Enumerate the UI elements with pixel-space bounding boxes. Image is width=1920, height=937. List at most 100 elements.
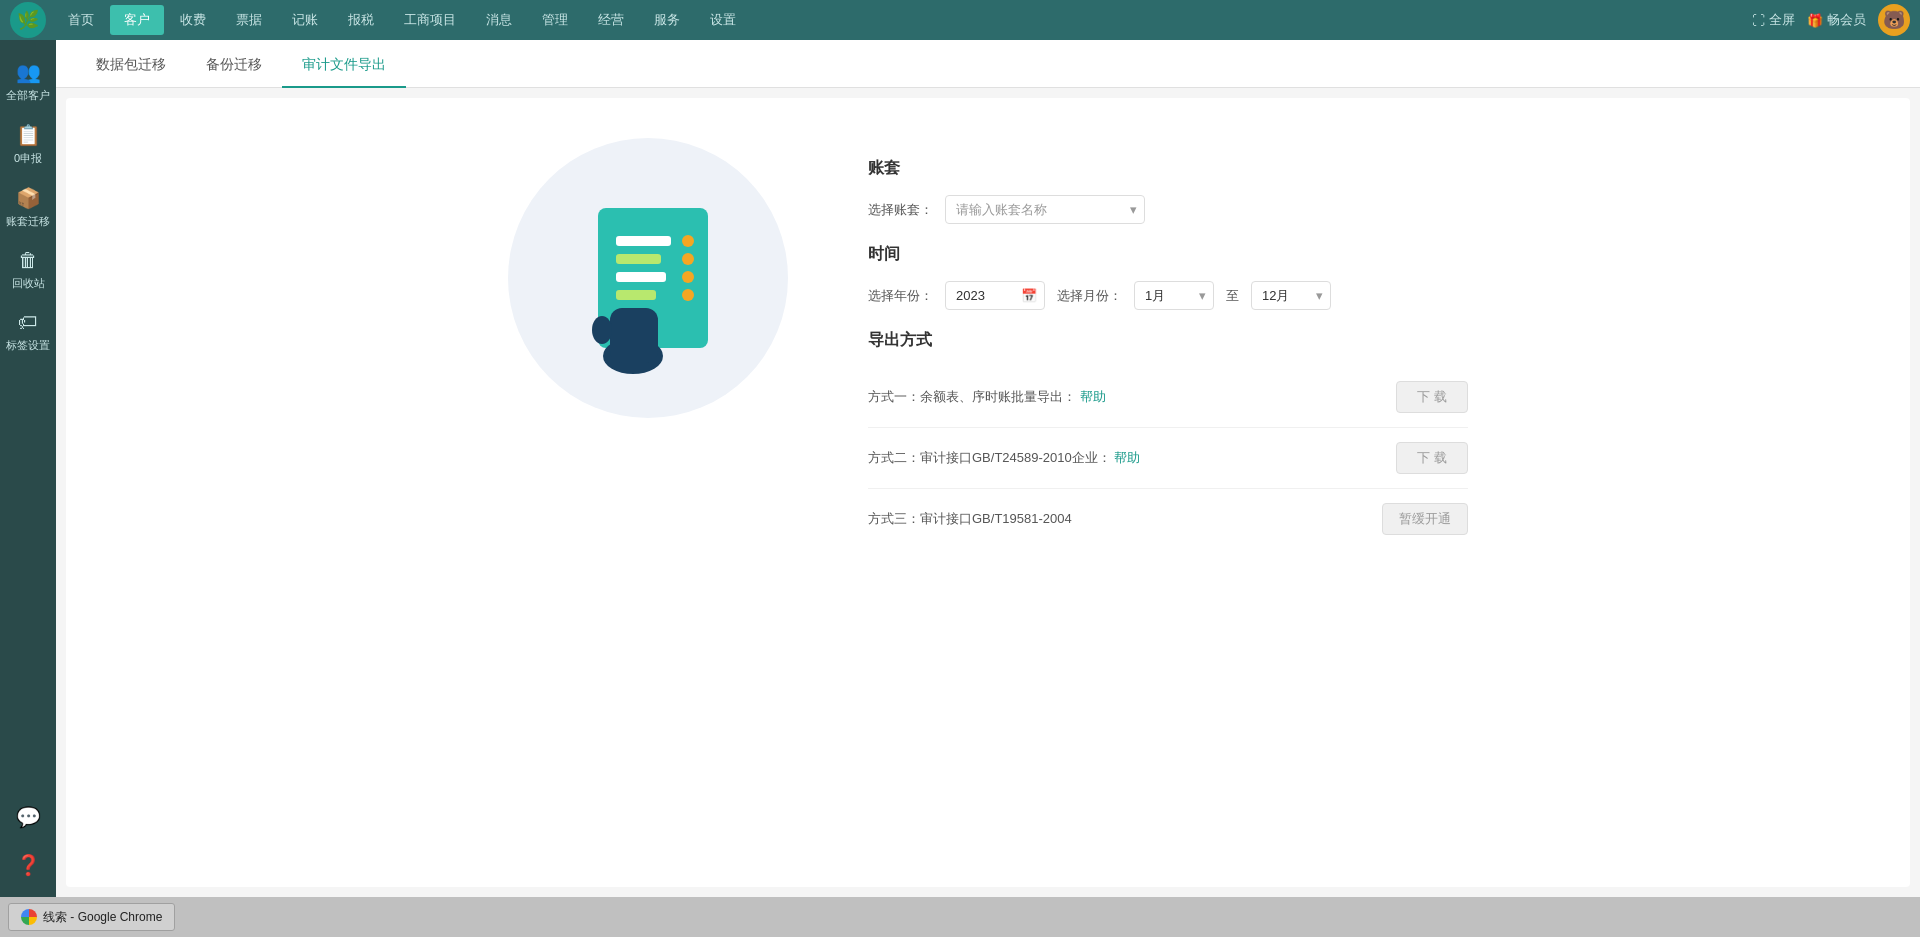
account-select-label: 选择账套：: [868, 201, 933, 219]
vip-button[interactable]: 🎁 畅会员: [1807, 11, 1866, 29]
nav-right: ⛶ 全屏 🎁 畅会员 🐻: [1752, 4, 1910, 36]
vip-label: 畅会员: [1827, 11, 1866, 29]
export-method-2-download-button[interactable]: 下 载: [1396, 442, 1468, 474]
svg-point-6: [682, 253, 694, 265]
svg-point-11: [592, 316, 612, 344]
export-method-1-desc: 方式一：余额表、序时账批量导出： 帮助: [868, 388, 1396, 406]
end-month-wrapper: 1月2月3月 4月5月6月 7月8月9月 10月11月12月: [1251, 281, 1331, 310]
sidebar-item-declaration[interactable]: 📋 0申报: [0, 113, 56, 176]
svg-point-5: [682, 235, 694, 247]
tab-data-migration[interactable]: 数据包迁移: [76, 44, 186, 88]
year-input-wrapper: 📅: [945, 281, 1045, 310]
nav-business[interactable]: 工商项目: [390, 5, 470, 35]
svg-rect-4: [616, 290, 656, 300]
time-section-title: 时间: [868, 244, 1468, 265]
export-method-2-text: 方式二：审计接口GB/T24589-2010企业：: [868, 450, 1111, 465]
tags-icon: 🏷: [18, 311, 38, 334]
export-method-1-download-button[interactable]: 下 载: [1396, 381, 1468, 413]
nav-tax[interactable]: 报税: [334, 5, 388, 35]
export-method-3-text: 方式三：审计接口GB/T19581-2004: [868, 511, 1072, 526]
year-label: 选择年份：: [868, 287, 933, 305]
to-label: 至: [1226, 287, 1239, 305]
year-input[interactable]: [945, 281, 1045, 310]
nav-manage[interactable]: 管理: [528, 5, 582, 35]
start-month-select[interactable]: 1月2月3月 4月5月6月 7月8月9月 10月11月12月: [1134, 281, 1214, 310]
export-method-2-desc: 方式二：审计接口GB/T24589-2010企业： 帮助: [868, 449, 1396, 467]
vip-icon: 🎁: [1807, 13, 1823, 28]
fullscreen-button[interactable]: ⛶ 全屏: [1752, 11, 1795, 29]
svg-rect-10: [610, 308, 658, 363]
time-form-row: 选择年份： 📅 选择月份： 1月2月3月 4月5月6月 7月8月9月 10月11: [868, 281, 1468, 310]
nav-settings[interactable]: 设置: [696, 5, 750, 35]
chrome-icon: [21, 909, 37, 925]
export-method-1: 方式一：余额表、序时账批量导出： 帮助 下 载: [868, 367, 1468, 428]
nav-fee[interactable]: 收费: [166, 5, 220, 35]
nav-home[interactable]: 首页: [54, 5, 108, 35]
sidebar-item-migration[interactable]: 📦 账套迁移: [0, 176, 56, 239]
taskbar: 线索 - Google Chrome: [0, 897, 1920, 937]
sidebar-label-migration: 账套迁移: [6, 214, 50, 229]
main-layout: 👥 全部客户 📋 0申报 📦 账套迁移 🗑 回收站 🏷 标签设置 💬 ❓ 数据包…: [0, 40, 1920, 897]
page-content: 账套 选择账套： 请输入账套名称 时间 选择年份：: [66, 98, 1910, 887]
form-area: 账套 选择账套： 请输入账套名称 时间 选择年份：: [868, 138, 1468, 549]
customers-icon: 👥: [16, 60, 41, 84]
svg-point-8: [682, 289, 694, 301]
export-method-3-desc: 方式三：审计接口GB/T19581-2004: [868, 510, 1382, 528]
top-nav: 🌿 首页 客户 收费 票据 记账 报税 工商项目 消息 管理 经营 服务 设置 …: [0, 0, 1920, 40]
content-area: 数据包迁移 备份迁移 审计文件导出: [56, 40, 1920, 897]
fullscreen-label: 全屏: [1769, 11, 1795, 29]
export-method-1-text: 方式一：余额表、序时账批量导出：: [868, 389, 1076, 404]
sidebar-label-declaration: 0申报: [14, 151, 42, 166]
export-section-title: 导出方式: [868, 330, 1468, 351]
svg-rect-3: [616, 272, 666, 282]
svg-point-7: [682, 271, 694, 283]
end-month-select[interactable]: 1月2月3月 4月5月6月 7月8月9月 10月11月12月: [1251, 281, 1331, 310]
help-icon[interactable]: ❓: [12, 843, 45, 887]
nav-items: 首页 客户 收费 票据 记账 报税 工商项目 消息 管理 经营 服务 设置: [54, 5, 1752, 35]
svg-rect-2: [616, 254, 661, 264]
start-month-wrapper: 1月2月3月 4月5月6月 7月8月9月 10月11月12月: [1134, 281, 1214, 310]
trash-icon: 🗑: [18, 249, 38, 272]
account-select-wrapper: 请输入账套名称: [945, 195, 1145, 224]
sidebar-item-tags[interactable]: 🏷 标签设置: [0, 301, 56, 363]
tab-audit-export[interactable]: 审计文件导出: [282, 44, 406, 88]
taskbar-chrome[interactable]: 线索 - Google Chrome: [8, 903, 175, 931]
user-avatar[interactable]: 🐻: [1878, 4, 1910, 36]
sidebar-bottom: 💬 ❓: [12, 795, 45, 897]
export-method-2-help[interactable]: 帮助: [1114, 450, 1140, 465]
account-form-row: 选择账套： 请输入账套名称: [868, 195, 1468, 224]
sidebar-label-customers: 全部客户: [6, 88, 50, 103]
tab-backup-migration[interactable]: 备份迁移: [186, 44, 282, 88]
export-method-3: 方式三：审计接口GB/T19581-2004 暂缓开通: [868, 489, 1468, 549]
nav-customer[interactable]: 客户: [110, 5, 164, 35]
migration-icon: 📦: [16, 186, 41, 210]
svg-rect-1: [616, 236, 671, 246]
sidebar-item-trash[interactable]: 🗑 回收站: [0, 239, 56, 301]
nav-message[interactable]: 消息: [472, 5, 526, 35]
app-logo: 🌿: [10, 2, 46, 38]
sidebar-label-trash: 回收站: [12, 276, 45, 291]
month-label: 选择月份：: [1057, 287, 1122, 305]
illustration: [508, 138, 788, 418]
declaration-icon: 📋: [16, 123, 41, 147]
nav-bookkeeping[interactable]: 记账: [278, 5, 332, 35]
export-method-1-help[interactable]: 帮助: [1080, 389, 1106, 404]
export-section: 导出方式 方式一：余额表、序时账批量导出： 帮助 下 载 方式二：审计接口GB/…: [868, 330, 1468, 549]
sidebar-item-all-customers[interactable]: 👥 全部客户: [0, 50, 56, 113]
account-section: 账套 选择账套： 请输入账套名称: [868, 158, 1468, 224]
taskbar-chrome-label: 线索 - Google Chrome: [43, 909, 162, 926]
illustration-svg: [558, 178, 738, 378]
nav-operation[interactable]: 经营: [584, 5, 638, 35]
account-section-title: 账套: [868, 158, 1468, 179]
account-select[interactable]: 请输入账套名称: [945, 195, 1145, 224]
sidebar-label-tags: 标签设置: [6, 338, 50, 353]
tab-bar: 数据包迁移 备份迁移 审计文件导出: [56, 40, 1920, 88]
export-method-2: 方式二：审计接口GB/T24589-2010企业： 帮助 下 载: [868, 428, 1468, 489]
chat-icon[interactable]: 💬: [12, 795, 45, 839]
nav-service[interactable]: 服务: [640, 5, 694, 35]
sidebar: 👥 全部客户 📋 0申报 📦 账套迁移 🗑 回收站 🏷 标签设置 💬 ❓: [0, 40, 56, 897]
nav-invoice[interactable]: 票据: [222, 5, 276, 35]
export-method-3-coming-soon-button[interactable]: 暂缓开通: [1382, 503, 1468, 535]
time-section: 时间 选择年份： 📅 选择月份： 1月2月3月 4月5月6月 7月: [868, 244, 1468, 310]
fullscreen-icon: ⛶: [1752, 13, 1765, 28]
